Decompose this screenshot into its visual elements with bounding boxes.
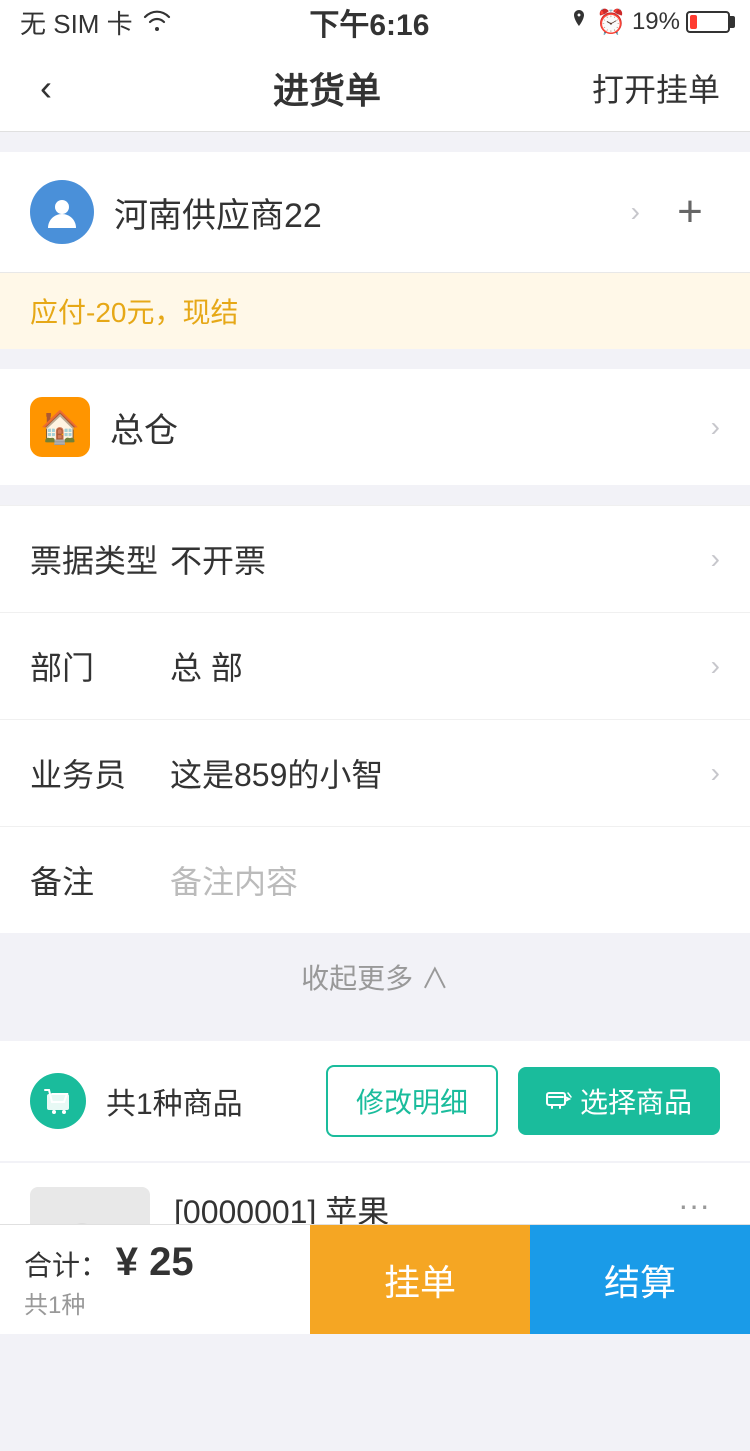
section-gap-1 <box>0 132 750 152</box>
select-product-label: 选择商品 <box>580 1081 692 1121</box>
open-hang-button[interactable]: 打开挂单 <box>592 65 720 111</box>
status-right: ⏰ 19% <box>568 8 730 37</box>
carrier-text: 无 SIM 卡 <box>20 4 133 41</box>
checkout-button[interactable]: 结算 <box>530 1225 750 1334</box>
warehouse-icon: 🏠 <box>30 397 90 457</box>
dept-value: 总 部 <box>170 643 701 689</box>
remark-label: 备注 <box>30 857 170 903</box>
section-gap-4 <box>0 1021 750 1041</box>
total-count: 共1种 <box>24 1285 286 1320</box>
salesman-label: 业务员 <box>30 750 170 796</box>
remark-input[interactable]: 备注内容 <box>170 857 720 903</box>
hang-button[interactable]: 挂单 <box>310 1225 530 1334</box>
product-section-header: 共1种商品 修改明细 选择商品 <box>0 1041 750 1161</box>
warehouse-row[interactable]: 🏠 总仓 › <box>0 369 750 485</box>
supplier-name: 河南供应商22 <box>114 188 621 237</box>
nav-bar: ‹ 进货单 打开挂单 <box>0 44 750 132</box>
select-cart-icon <box>546 1085 572 1117</box>
location-icon <box>568 8 590 37</box>
back-button[interactable]: ‹ <box>30 57 62 119</box>
warehouse-card: 🏠 总仓 › <box>0 369 750 485</box>
total-label: 合计： <box>24 1250 108 1281</box>
select-product-button[interactable]: 选择商品 <box>518 1067 720 1135</box>
total-amount: ¥ 25 <box>116 1240 194 1284</box>
add-supplier-button[interactable]: + <box>660 182 720 242</box>
invoice-chevron-icon: › <box>711 543 720 575</box>
supplier-avatar <box>30 180 94 244</box>
product-count-label: 共1种商品 <box>106 1079 306 1123</box>
battery-icon <box>686 11 730 33</box>
supplier-row[interactable]: 河南供应商22 › + <box>0 152 750 273</box>
battery-percent: 19% <box>632 8 680 36</box>
bottom-spacer <box>0 1331 750 1451</box>
product-header: 共1种商品 修改明细 选择商品 <box>0 1041 750 1161</box>
edit-detail-button[interactable]: 修改明细 <box>326 1065 498 1137</box>
invoice-value: 不开票 <box>170 536 701 582</box>
product-more-button[interactable]: ··· <box>668 1187 720 1224</box>
page-title: 进货单 <box>273 62 381 114</box>
invoice-row[interactable]: 票据类型 不开票 › <box>0 505 750 612</box>
remark-row[interactable]: 备注 备注内容 <box>0 826 750 933</box>
dept-chevron-icon: › <box>711 650 720 682</box>
alarm-icon: ⏰ <box>596 8 626 37</box>
status-carrier: 无 SIM 卡 <box>20 4 171 41</box>
salesman-row[interactable]: 业务员 这是859的小智 › <box>0 719 750 826</box>
salesman-chevron-icon: › <box>711 757 720 789</box>
status-bar: 无 SIM 卡 下午6:16 ⏰ 19% <box>0 0 750 44</box>
section-gap-3 <box>0 485 750 505</box>
supplier-notice: 应付-20元，现结 <box>0 273 750 349</box>
warehouse-name: 总仓 <box>110 403 701 452</box>
dept-row[interactable]: 部门 总 部 › <box>0 612 750 719</box>
dept-label: 部门 <box>30 643 170 689</box>
bottom-bar: 合计： ¥ 25 共1种 挂单 结算 <box>0 1224 750 1334</box>
status-time: 下午6:16 <box>309 0 429 44</box>
form-card: 票据类型 不开票 › 部门 总 部 › 业务员 这是859的小智 › 备注 备注… <box>0 505 750 933</box>
section-gap-2 <box>0 349 750 369</box>
salesman-value: 这是859的小智 <box>170 750 701 796</box>
collapse-button[interactable]: 收起更多 ∧ <box>0 933 750 1021</box>
cart-icon <box>43 1086 73 1116</box>
person-icon <box>44 194 80 230</box>
invoice-label: 票据类型 <box>30 536 170 582</box>
product-count-icon <box>30 1073 86 1129</box>
total-section: 合计： ¥ 25 共1种 <box>0 1225 310 1334</box>
total-line: 合计： ¥ 25 <box>24 1240 286 1285</box>
wifi-icon <box>143 7 171 38</box>
supplier-chevron-icon: › <box>631 196 640 228</box>
supplier-card: 河南供应商22 › + 应付-20元，现结 <box>0 152 750 349</box>
warehouse-chevron-icon: › <box>711 411 720 443</box>
